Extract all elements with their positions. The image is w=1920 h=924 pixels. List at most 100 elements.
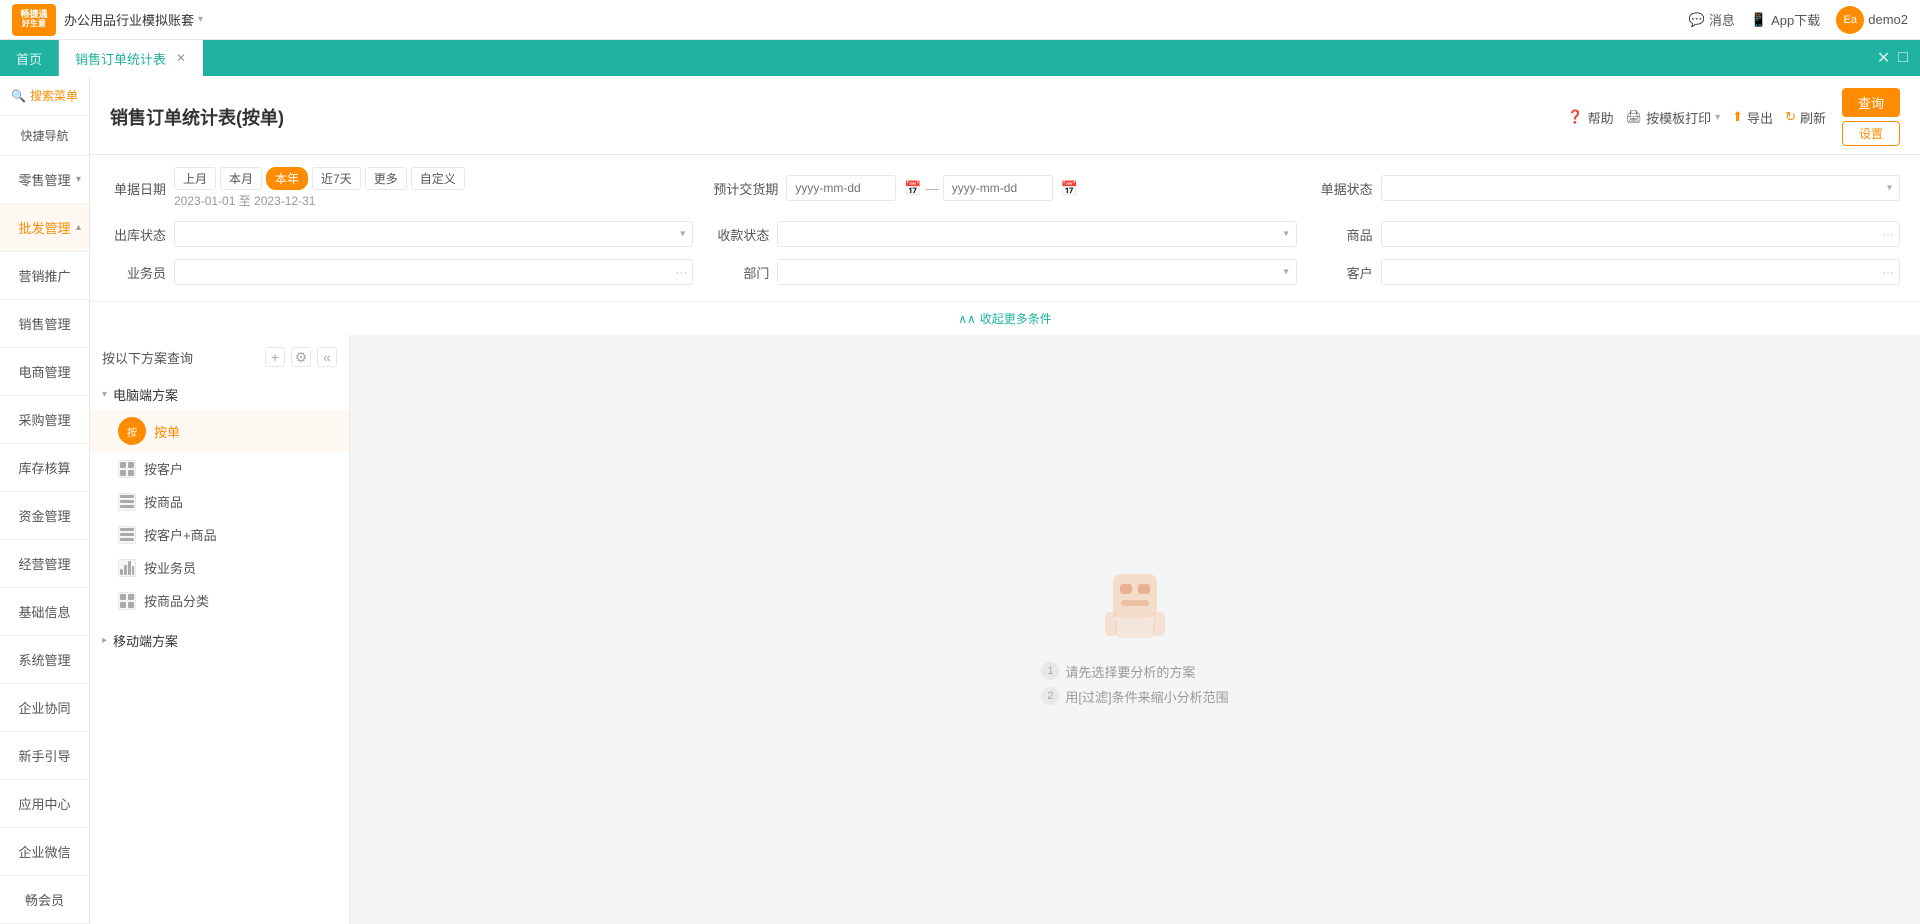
- mobile-group-header[interactable]: ▸ 移动端方案: [90, 625, 349, 656]
- department-label: 部门: [713, 263, 769, 282]
- app-title-arrow: ▾: [198, 14, 203, 25]
- window-maximize-btn[interactable]: □: [1898, 49, 1908, 67]
- sidebar-item-member[interactable]: 畅会员: [0, 876, 89, 924]
- solution-by-salesperson[interactable]: 按业务员: [90, 551, 349, 584]
- print-dropdown-arrow[interactable]: ▾: [1715, 112, 1720, 123]
- customer-input[interactable]: [1381, 259, 1900, 285]
- sidebar-quick-nav[interactable]: 快捷导航: [0, 116, 89, 156]
- expected-delivery-label: 预计交货期: [713, 179, 778, 198]
- empty-hint: 1 请先选择要分析的方案 2 用[过滤]条件来缩小分析范围: [1041, 554, 1228, 706]
- avatar: Ea: [1836, 6, 1864, 34]
- department-select[interactable]: [777, 259, 1296, 285]
- calendar-icon-end[interactable]: 📅: [1061, 180, 1078, 197]
- calendar-icon-start[interactable]: 📅: [904, 180, 921, 197]
- sidebar-item-wechat[interactable]: 企业微信: [0, 828, 89, 876]
- sidebar-item-retail[interactable]: 零售管理 ▾: [0, 156, 89, 204]
- pc-group-header[interactable]: ▾ 电脑端方案: [90, 379, 349, 410]
- bill-date-field: 单据日期 上月 本月 本年 近7天 更多 自定义 2023-01-01 至 20…: [110, 167, 693, 209]
- sidebar-item-sales[interactable]: 销售管理: [0, 300, 89, 348]
- sidebar-item-ecom[interactable]: 电商管理: [0, 348, 89, 396]
- sidebar-item-operation[interactable]: 经营管理: [0, 540, 89, 588]
- last-month-btn[interactable]: 上月: [174, 167, 216, 190]
- window-close-btn[interactable]: ✕: [1877, 48, 1890, 68]
- department-select-wrap: ▾: [777, 259, 1296, 285]
- query-row-2: 出库状态 ▾ 收款状态 ▾: [110, 221, 1900, 251]
- app-download-btn[interactable]: 📱 App下载: [1751, 10, 1820, 29]
- collapse-solution-btn[interactable]: «: [317, 347, 337, 367]
- sidebar-search[interactable]: 🔍 搜索菜单: [0, 76, 89, 116]
- this-year-btn[interactable]: 本年: [266, 167, 308, 190]
- settings-solution-btn[interactable]: ⚙: [291, 347, 311, 367]
- last7days-btn[interactable]: 近7天: [312, 167, 361, 190]
- sidebar-item-wholesale[interactable]: 批发管理 ▴: [0, 204, 89, 252]
- export-icon: ⬆: [1732, 109, 1743, 125]
- bill-status-select[interactable]: [1381, 175, 1900, 201]
- sidebar-item-system[interactable]: 系统管理: [0, 636, 89, 684]
- tab-bar: 首页 销售订单统计表 ✕ ✕ □: [0, 40, 1920, 76]
- refresh-btn[interactable]: ↻ 刷新: [1785, 108, 1826, 127]
- export-btn[interactable]: ⬆ 导出: [1732, 108, 1773, 127]
- mobile-group-arrow: ▸: [102, 635, 107, 646]
- query-row-3: 业务员 ··· 部门 ▾ 客户: [110, 259, 1900, 289]
- solution-by-customer-product[interactable]: 按客户+商品: [90, 518, 349, 551]
- receipt-status-select[interactable]: [777, 221, 1296, 247]
- page-title: 销售订单统计表(按单): [110, 104, 284, 130]
- delivery-status-select[interactable]: [174, 221, 693, 247]
- sidebar-item-collab[interactable]: 企业协同: [0, 684, 89, 732]
- date-range-text: 2023-01-01 至 2023-12-31: [174, 192, 693, 209]
- help-btn[interactable]: ❓ 帮助: [1567, 108, 1613, 127]
- user-avatar[interactable]: Ea demo2: [1836, 6, 1908, 34]
- receipt-status-select-wrap: ▾: [777, 221, 1296, 247]
- tab-sales-order-stat[interactable]: 销售订单统计表 ✕: [59, 40, 203, 76]
- settings-button[interactable]: 设置: [1842, 121, 1900, 146]
- this-month-btn[interactable]: 本月: [220, 167, 262, 190]
- customer-ellipsis[interactable]: ···: [1882, 265, 1894, 279]
- query-panel: 单据日期 上月 本月 本年 近7天 更多 自定义 2023-01-01 至 20…: [90, 155, 1920, 301]
- sidebar-item-purchase[interactable]: 采购管理: [0, 396, 89, 444]
- product-input[interactable]: [1381, 221, 1900, 247]
- sidebar-item-marketing[interactable]: 营销推广: [0, 252, 89, 300]
- add-solution-btn[interactable]: +: [265, 347, 285, 367]
- product-input-wrap: ···: [1381, 221, 1900, 247]
- sidebar-item-inventory[interactable]: 库存核算: [0, 444, 89, 492]
- by-customer-icon: [118, 460, 136, 478]
- collapse-bar[interactable]: ∧∧ 收起更多条件: [90, 301, 1920, 335]
- sidebar-item-basic[interactable]: 基础信息: [0, 588, 89, 636]
- pc-solution-group: ▾ 电脑端方案 按 按单 按客: [90, 375, 349, 621]
- top-right-btns: 查询 设置: [1842, 88, 1900, 146]
- pc-group-label: 电脑端方案: [113, 385, 178, 404]
- left-panel-actions: + ⚙ «: [265, 347, 337, 367]
- delivery-date-start[interactable]: [786, 175, 896, 201]
- date-separator: —: [926, 181, 939, 196]
- delivery-date-end[interactable]: [943, 175, 1053, 201]
- hint-item-2: 2 用[过滤]条件来缩小分析范围: [1041, 687, 1228, 706]
- bill-date-label: 单据日期: [110, 179, 166, 198]
- search-icon: 🔍: [11, 89, 26, 103]
- tab-home[interactable]: 首页: [0, 40, 59, 76]
- solution-by-order[interactable]: 按 按单: [90, 410, 349, 452]
- custom-btn[interactable]: 自定义: [411, 167, 465, 190]
- hint-list: 1 请先选择要分析的方案 2 用[过滤]条件来缩小分析范围: [1041, 662, 1228, 706]
- app-logo: 畅捷通 好生意: [12, 4, 56, 36]
- salesperson-ellipsis[interactable]: ···: [675, 265, 687, 279]
- solution-by-category[interactable]: 按商品分类: [90, 584, 349, 617]
- by-category-icon: [118, 592, 136, 610]
- salesperson-input[interactable]: [174, 259, 693, 285]
- message-btn[interactable]: 💬 消息: [1689, 10, 1735, 29]
- tab-close-btn[interactable]: ✕: [176, 51, 186, 65]
- sidebar-item-appcenter[interactable]: 应用中心: [0, 780, 89, 828]
- solution-by-customer[interactable]: 按客户: [90, 452, 349, 485]
- top-bar-right: 💬 消息 📱 App下载 Ea demo2: [1689, 6, 1908, 34]
- salesperson-input-wrap: ···: [174, 259, 693, 285]
- left-panel-title: 按以下方案查询: [102, 348, 193, 367]
- sidebar-item-finance[interactable]: 资金管理: [0, 492, 89, 540]
- app-selector[interactable]: 办公用品行业模拟账套 ▾: [64, 10, 203, 29]
- query-button[interactable]: 查询: [1842, 88, 1900, 117]
- solution-by-product[interactable]: 按商品: [90, 485, 349, 518]
- product-ellipsis[interactable]: ···: [1882, 227, 1894, 241]
- receipt-status-label: 收款状态: [713, 225, 769, 244]
- more-btn[interactable]: 更多: [365, 167, 407, 190]
- refresh-icon: ↻: [1785, 109, 1796, 125]
- sidebar-item-newbie[interactable]: 新手引导: [0, 732, 89, 780]
- print-btn[interactable]: 🖨 按模板打印 ▾: [1626, 108, 1721, 127]
